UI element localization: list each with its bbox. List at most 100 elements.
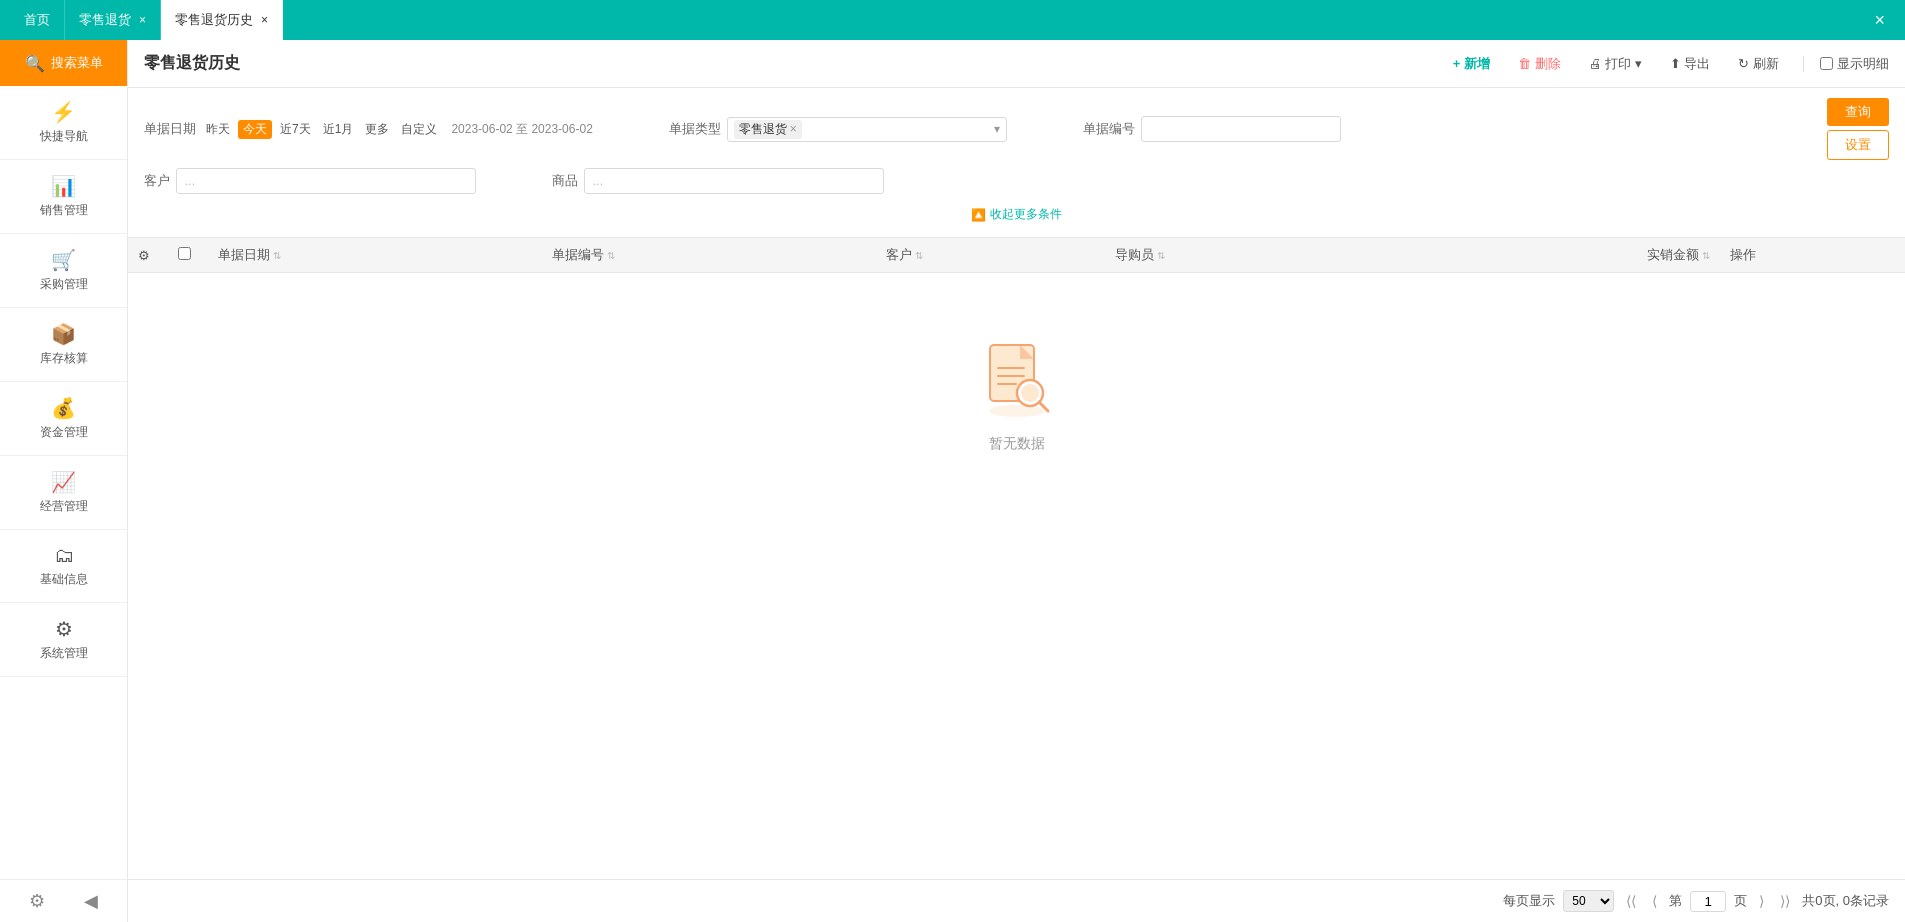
filter-row-2: 客户 ... 商品 ... xyxy=(144,168,1889,194)
refresh-button[interactable]: ↻ 刷新 xyxy=(1730,51,1787,77)
settings-button[interactable]: 设置 xyxy=(1827,130,1889,160)
header-actions: + 新增 🗑 删除 🖨 打印 ▾ ⬆ 导出 ↻ 刷新 显示明细 xyxy=(1445,51,1889,77)
show-detail-label[interactable]: 显示明细 xyxy=(1820,55,1889,73)
filter-row-1: 单据日期 昨天 今天 近7天 近1月 更多 自定义 2023-06-02 至 2… xyxy=(144,98,1889,160)
page-number-input[interactable] xyxy=(1690,891,1726,912)
sort-guide-icon[interactable]: ⇅ xyxy=(1157,250,1165,261)
th-date-label: 单据日期 xyxy=(218,246,270,264)
prev-page-button[interactable]: ⟨ xyxy=(1648,891,1661,911)
delete-button[interactable]: 🗑 删除 xyxy=(1510,51,1569,77)
divider xyxy=(1803,56,1804,72)
collapse-bar[interactable]: 🔼 收起更多条件 xyxy=(967,202,1066,227)
th-customer-label: 客户 xyxy=(886,246,912,264)
th-action: 操作 xyxy=(1720,238,1905,273)
table-container: ⚙ 单据日期 ⇅ 单据编号 xyxy=(128,238,1905,922)
customer-placeholder: ... xyxy=(185,174,195,188)
window-close-button[interactable]: × xyxy=(1864,10,1895,31)
sidebar-search-bar[interactable]: 🔍 搜索菜单 xyxy=(0,40,127,86)
tab-return[interactable]: 零售退货 × xyxy=(65,0,161,40)
th-date: 单据日期 ⇅ xyxy=(208,238,542,273)
sidebar-item-finance[interactable]: 💰 资金管理 xyxy=(0,382,127,456)
sidebar-item-label: 资金管理 xyxy=(40,424,88,441)
new-button[interactable]: + 新增 xyxy=(1445,51,1498,77)
last-page-button[interactable]: ⟩⟩ xyxy=(1776,891,1794,911)
doc-type-tag-close[interactable]: × xyxy=(790,122,797,136)
th-amount: 实销金额 ⇅ xyxy=(1386,238,1720,273)
sidebar-item-inventory[interactable]: 📦 库存核算 xyxy=(0,308,127,382)
sidebar-item-operations[interactable]: 📈 经营管理 xyxy=(0,456,127,530)
filter-customer: 客户 ... xyxy=(144,168,476,194)
finance-icon: 💰 xyxy=(51,396,76,420)
filter-doc-type: 单据类型 零售退货 × ▾ xyxy=(669,117,1007,142)
empty-illustration xyxy=(972,333,1062,423)
filter-area: 单据日期 昨天 今天 近7天 近1月 更多 自定义 2023-06-02 至 2… xyxy=(128,88,1905,238)
show-detail-checkbox[interactable] xyxy=(1820,57,1833,70)
tab-return-close[interactable]: × xyxy=(139,13,146,27)
export-button[interactable]: ⬆ 导出 xyxy=(1662,51,1719,77)
svg-point-7 xyxy=(1021,384,1039,402)
purchase-icon: 🛒 xyxy=(51,248,76,272)
pagination: 每页显示 20 50 100 ⟨⟨ ⟨ 第 页 ⟩ ⟩⟩ 共0页, 0条记录 xyxy=(128,879,1905,922)
th-docnum-label: 单据编号 xyxy=(552,246,604,264)
tab-history-close[interactable]: × xyxy=(261,13,268,27)
sidebar-item-quick-nav[interactable]: ⚡ 快捷导航 xyxy=(0,86,127,160)
goods-input[interactable]: ... xyxy=(584,168,884,194)
doc-number-label: 单据编号 xyxy=(1083,120,1135,138)
doc-type-tag-value: 零售退货 xyxy=(739,121,787,138)
sales-icon: 📊 xyxy=(51,174,76,198)
per-page-select[interactable]: 20 50 100 xyxy=(1563,890,1614,912)
operations-icon: 📈 xyxy=(51,470,76,494)
doc-number-input[interactable] xyxy=(1141,116,1341,142)
sort-docnum-icon[interactable]: ⇅ xyxy=(607,250,615,261)
sidebar-menu: ⚡ 快捷导航 📊 销售管理 🛒 采购管理 📦 库存核算 💰 资金管理 xyxy=(0,86,127,879)
sidebar: 🔍 搜索菜单 ⚡ 快捷导航 📊 销售管理 🛒 采购管理 📦 库 xyxy=(0,40,128,922)
select-all-checkbox[interactable] xyxy=(178,247,191,260)
next-page-button[interactable]: ⟩ xyxy=(1755,891,1768,911)
sort-date-icon[interactable]: ⇅ xyxy=(273,250,281,261)
th-guide-label: 导购员 xyxy=(1115,246,1154,264)
doc-type-select[interactable]: 零售退货 × ▾ xyxy=(727,117,1007,142)
sidebar-item-purchase[interactable]: 🛒 采购管理 xyxy=(0,234,127,308)
sidebar-item-sales[interactable]: 📊 销售管理 xyxy=(0,160,127,234)
sidebar-item-label: 销售管理 xyxy=(40,202,88,219)
sidebar-item-label: 系统管理 xyxy=(40,645,88,662)
date-opt-yesterday[interactable]: 昨天 xyxy=(202,120,234,139)
date-options: 昨天 今天 近7天 近1月 更多 自定义 xyxy=(202,120,441,139)
collapse-icon: 🔼 xyxy=(971,208,986,222)
per-page-label: 每页显示 xyxy=(1503,892,1555,910)
sidebar-item-system[interactable]: ⚙ 系统管理 xyxy=(0,603,127,677)
date-opt-1month[interactable]: 近1月 xyxy=(319,120,358,139)
system-icon: ⚙ xyxy=(55,617,73,641)
print-button[interactable]: 🖨 打印 ▾ xyxy=(1581,51,1650,77)
th-customer: 客户 ⇅ xyxy=(876,238,1105,273)
page-suffix: 页 xyxy=(1734,892,1747,910)
collapse-sidebar-icon[interactable]: ◀ xyxy=(84,890,98,912)
total-records: 共0页, 0条记录 xyxy=(1802,892,1889,910)
table-header-row: ⚙ 单据日期 ⇅ 单据编号 xyxy=(128,238,1905,273)
tab-history-label: 零售退货历史 xyxy=(175,11,253,29)
customer-input[interactable]: ... xyxy=(176,168,476,194)
th-checkbox[interactable] xyxy=(168,238,208,273)
show-detail-text: 显示明细 xyxy=(1837,55,1889,73)
settings-bottom-icon[interactable]: ⚙ xyxy=(29,890,45,912)
sort-customer-icon[interactable]: ⇅ xyxy=(915,250,923,261)
sidebar-item-basic-info[interactable]: 🗂 基础信息 xyxy=(0,530,127,603)
first-page-button[interactable]: ⟨⟨ xyxy=(1622,891,1640,911)
tab-home[interactable]: 首页 xyxy=(10,0,65,40)
date-opt-7days[interactable]: 近7天 xyxy=(276,120,315,139)
date-opt-custom[interactable]: 自定义 xyxy=(397,120,441,139)
tab-history[interactable]: 零售退货历史 × xyxy=(161,0,283,40)
goods-placeholder: ... xyxy=(593,174,603,188)
filter-goods: 商品 ... xyxy=(552,168,884,194)
sidebar-search-label: 搜索菜单 xyxy=(51,54,103,72)
th-settings[interactable]: ⚙ xyxy=(128,238,168,273)
date-opt-today[interactable]: 今天 xyxy=(238,120,272,139)
th-guide: 导购员 ⇅ xyxy=(1105,238,1386,273)
date-opt-more[interactable]: 更多 xyxy=(361,120,393,139)
query-button[interactable]: 查询 xyxy=(1827,98,1889,126)
th-docnum: 单据编号 ⇅ xyxy=(542,238,876,273)
svg-point-0 xyxy=(989,405,1045,417)
date-range: 2023-06-02 至 2023-06-02 xyxy=(451,121,592,138)
page-title: 零售退货历史 xyxy=(144,53,240,74)
sort-amount-icon[interactable]: ⇅ xyxy=(1702,250,1710,261)
